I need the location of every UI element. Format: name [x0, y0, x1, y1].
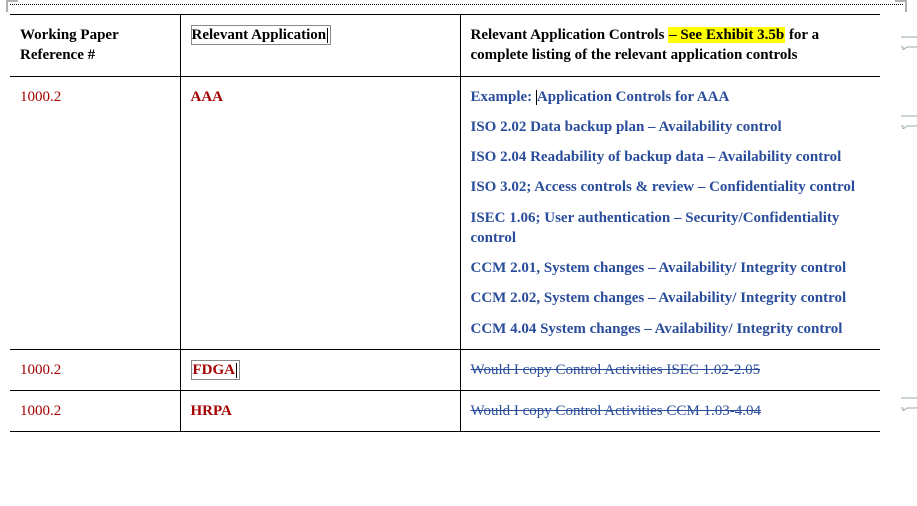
control-line: ISO 2.04 Readability of backup data – Av…	[471, 147, 871, 167]
control-line: CCM 2.01, System changes – Availability/…	[471, 258, 871, 278]
deleted-text: Would I copy Control Activities ISEC 1.0…	[471, 362, 761, 378]
page-corner-top-left	[6, 0, 18, 12]
cell-relevant-application: AAA	[180, 76, 460, 349]
table-row: 1000.2 FDGA Would I copy Control Activitie…	[10, 349, 880, 390]
table-row: 1000.2AAAExample: Application Controls f…	[10, 76, 880, 349]
cell-working-paper-ref: 1000.2	[10, 391, 180, 432]
controls-table: Working Paper Reference # Relevant Appli…	[10, 14, 880, 432]
comment-icon[interactable]	[901, 397, 917, 411]
controls-table-container: Working Paper Reference # Relevant Appli…	[10, 14, 880, 432]
controls-list: Example: Application Controls for AAA ISO…	[471, 87, 871, 339]
control-line: CCM 2.02, System changes – Availability/…	[471, 288, 871, 308]
example-line: Example: Application Controls for AAA	[471, 87, 871, 107]
comment-icon[interactable]	[901, 115, 917, 129]
tracked-change-box[interactable]: Relevant Application	[191, 25, 332, 45]
highlight-exhibit-ref: – See Exhibit 3.5b	[668, 27, 785, 43]
tracked-change-box[interactable]: FDGA	[191, 360, 241, 380]
control-line: ISO 3.02; Access controls & review – Con…	[471, 177, 871, 197]
header-relevant-application: Relevant Application	[180, 15, 460, 77]
control-line: ISO 2.02 Data backup plan – Availability…	[471, 117, 871, 137]
deleted-text: Would I copy Control Activities CCM 1.03…	[471, 403, 761, 419]
cell-application-controls: Would I copy Control Activities CCM 1.03…	[460, 391, 880, 432]
page-corner-top-right	[895, 0, 907, 12]
cell-relevant-application: FDGA	[180, 349, 460, 390]
control-line: ISEC 1.06; User authentication – Securit…	[471, 208, 871, 249]
cell-working-paper-ref: 1000.2	[10, 76, 180, 349]
header-relevant-application-controls: Relevant Application Controls – See Exhi…	[460, 15, 880, 77]
cell-application-controls: Example: Application Controls for AAA ISO…	[460, 76, 880, 349]
cell-working-paper-ref: 1000.2	[10, 349, 180, 390]
cell-application-controls: Would I copy Control Activities ISEC 1.0…	[460, 349, 880, 390]
table-row: 1000.2HRPA Would I copy Control Activitie…	[10, 391, 880, 432]
comment-icon[interactable]	[901, 36, 917, 50]
page-boundary-top	[10, 4, 903, 5]
cell-relevant-application: HRPA	[180, 391, 460, 432]
table-header-row: Working Paper Reference # Relevant Appli…	[10, 15, 880, 77]
control-line: CCM 4.04 System changes – Availability/ …	[471, 319, 871, 339]
header-working-paper-ref: Working Paper Reference #	[10, 15, 180, 77]
